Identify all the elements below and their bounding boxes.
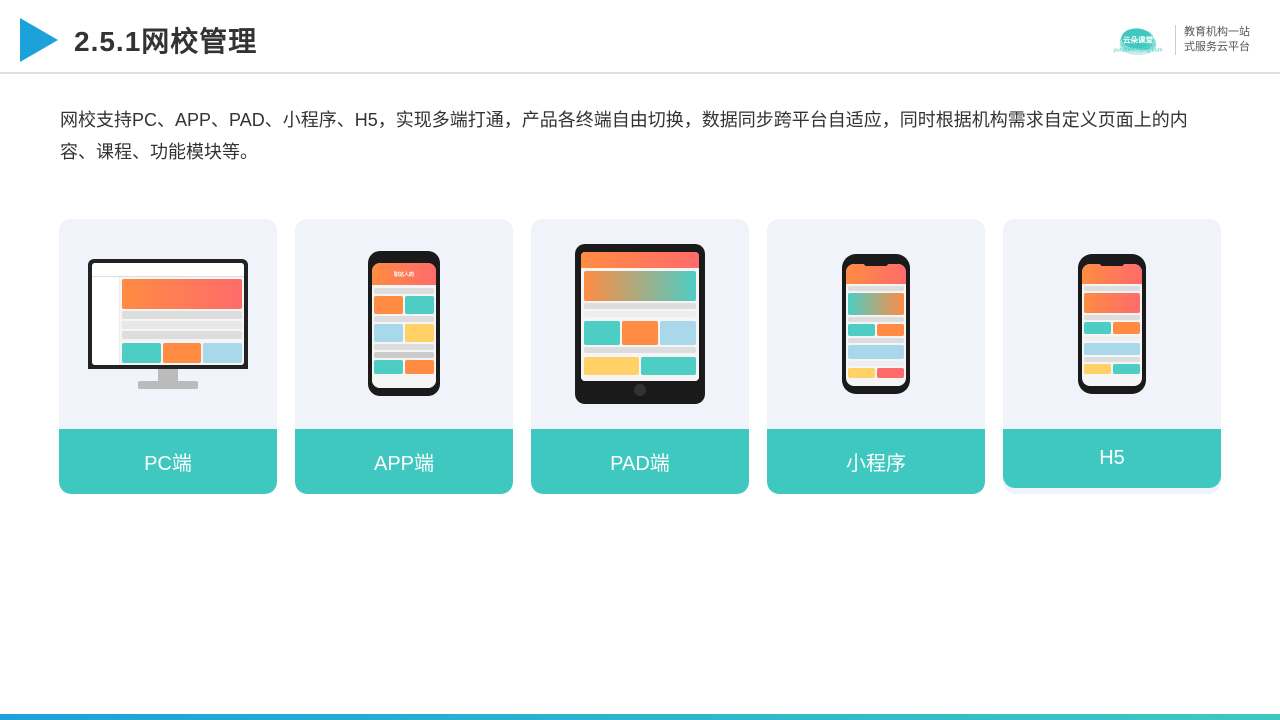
brand-logo: 云朵课堂 yunduoketang.com [1113,22,1163,58]
card-app-label: APP端 [295,429,513,494]
card-pad: PAD端 [531,219,749,494]
card-mini-image [767,219,985,429]
card-pad-label: PAD端 [531,429,749,494]
header-right: 云朵课堂 yunduoketang.com 教育机构一站 式服务云平台 [1113,22,1250,58]
logo-triangle-icon [20,18,58,62]
card-pc-image [59,219,277,429]
card-h5-image [1003,219,1221,429]
card-pc-label: PC端 [59,429,277,494]
pc-monitor-icon [88,259,248,389]
card-mini-label: 小程序 [767,429,985,494]
cards-container: PC端 职达人的 [0,199,1280,514]
card-pc: PC端 [59,219,277,494]
phone-app-icon: 职达人的 [368,251,440,396]
phone-h5-icon [1078,254,1146,394]
bottom-bar [0,714,1280,720]
phone-mini-icon [842,254,910,394]
page-title: 2.5.1网校管理 [74,20,257,60]
description-text: 网校支持PC、APP、PAD、小程序、H5，实现多端打通，产品各终端自由切换，数… [0,74,1280,189]
tablet-home-icon [634,384,646,396]
card-h5: H5 [1003,219,1221,494]
svg-text:yunduoketang.com: yunduoketang.com [1113,48,1162,54]
header: 2.5.1网校管理 云朵课堂 yunduoketang.com 教育机构一站 式… [0,0,1280,74]
card-mini: 小程序 [767,219,985,494]
card-app: 职达人的 [295,219,513,494]
header-left: 2.5.1网校管理 [20,18,257,62]
card-app-image: 职达人的 [295,219,513,429]
brand-tagline: 教育机构一站 式服务云平台 [1175,25,1250,56]
svg-text:云朵课堂: 云朵课堂 [1123,35,1153,45]
card-pad-image [531,219,749,429]
tablet-pad-icon [575,244,705,404]
card-h5-label: H5 [1003,429,1221,488]
cloud-icon: 云朵课堂 yunduoketang.com [1113,22,1163,58]
